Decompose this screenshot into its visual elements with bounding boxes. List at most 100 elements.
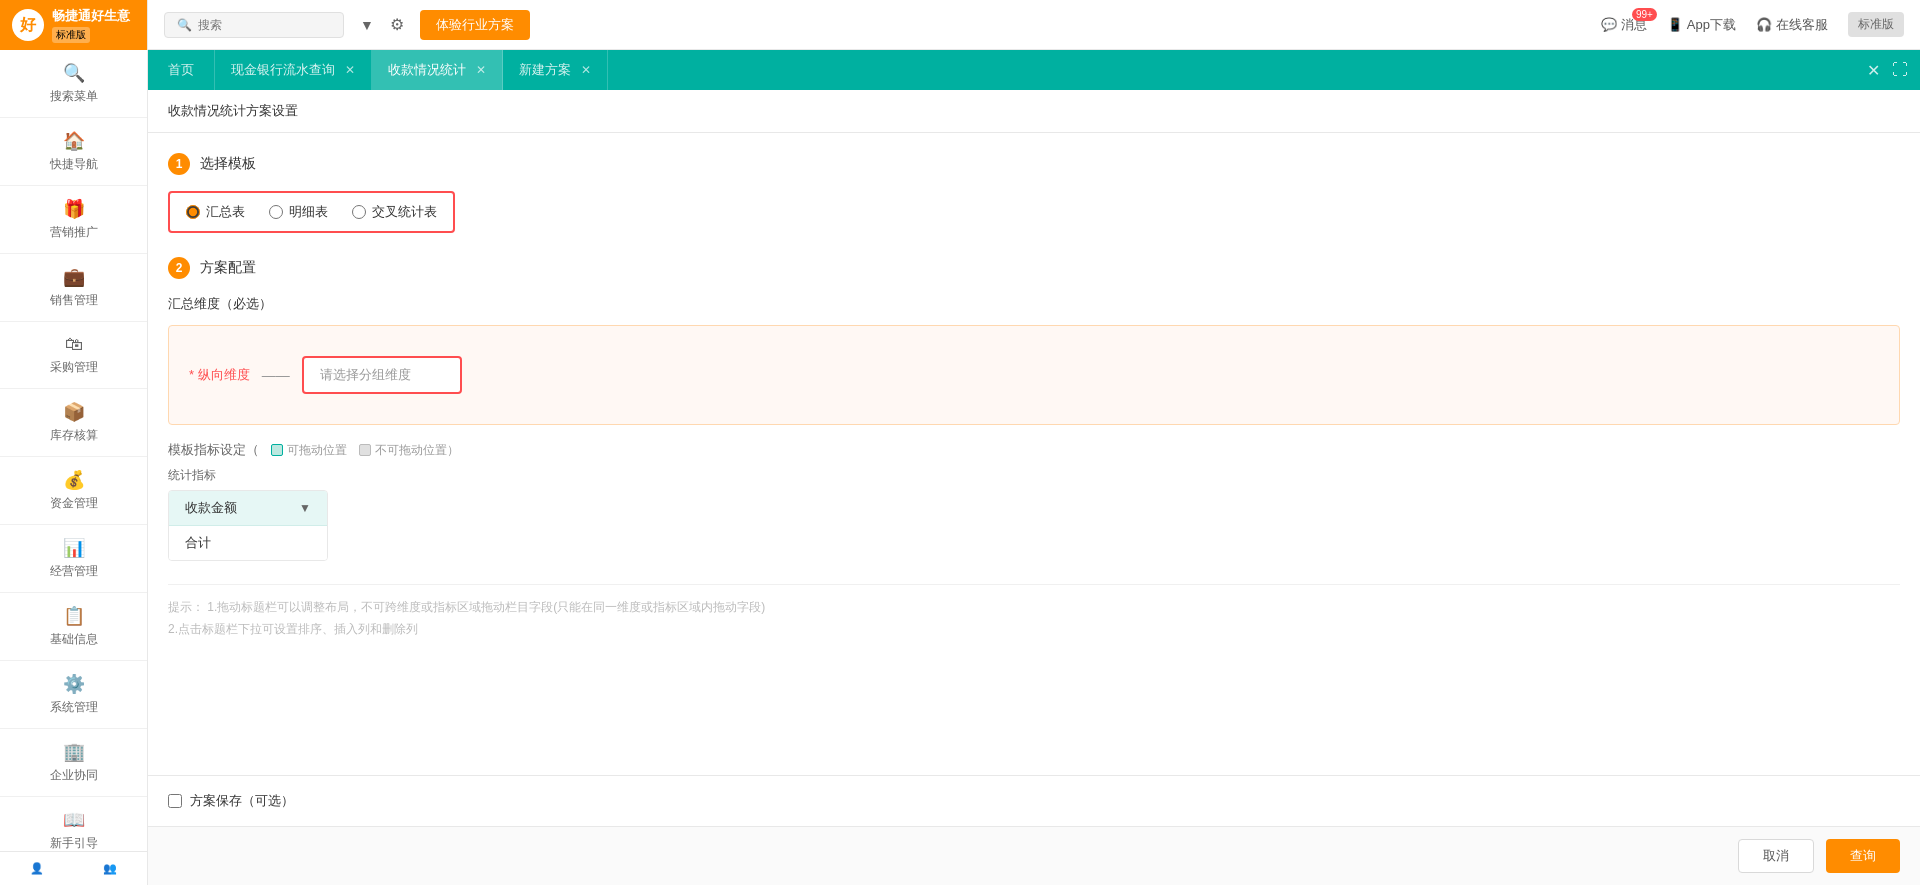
tabbar-right: ✕ ⛶	[1867, 61, 1920, 80]
tab-new-plan[interactable]: 新建方案 ✕	[503, 50, 608, 90]
page-title: 收款情况统计方案设置	[168, 103, 298, 118]
legend-draggable-dot	[271, 444, 283, 456]
marketing-icon: 🎁	[63, 198, 85, 220]
service-icon: 🎧	[1756, 17, 1772, 32]
sidebar-item-sales[interactable]: 💼 销售管理	[0, 254, 147, 322]
app-download-item[interactable]: 📱 App下载	[1667, 16, 1736, 34]
sidebar-item-search-menu[interactable]: 🔍 搜索菜单	[0, 50, 147, 118]
sidebar-item-enterprise[interactable]: 🏢 企业协同	[0, 729, 147, 797]
tab-bank-flow[interactable]: 现金银行流水查询 ✕	[215, 50, 372, 90]
tab-home[interactable]: 首页	[148, 50, 215, 90]
option-summary[interactable]: 汇总表	[186, 203, 245, 221]
sidebar-menu: 🔍 搜索菜单 🏠 快捷导航 🎁 营销推广 💼 销售管理 🛍 采购管理 📦 库存核…	[0, 50, 147, 851]
column-dropdown-icon[interactable]: ▼	[299, 501, 311, 515]
app-icon: 📱	[1667, 17, 1683, 32]
sidebar-item-basic-info[interactable]: 📋 基础信息	[0, 593, 147, 661]
tab-new-plan-close[interactable]: ✕	[581, 63, 591, 77]
purchase-icon: 🛍	[65, 334, 83, 355]
tabbar: 首页 现金银行流水查询 ✕ 收款情况统计 ✕ 新建方案 ✕ ✕ ⛶	[148, 50, 1920, 90]
sidebar-item-finance[interactable]: 💰 资金管理	[0, 457, 147, 525]
metrics-table-row-total: 合计	[169, 526, 327, 560]
tip-text-2: 2.点击标题栏下拉可设置排序、插入列和删除列	[168, 619, 1900, 641]
metrics-section: 模板指标设定（ 可拖动位置 不可拖动位置）	[168, 441, 1900, 564]
tips-section: 提示： 1.拖动标题栏可以调整布局，不可跨维度或指标区域拖动栏目字段(只能在同一…	[168, 584, 1900, 652]
quick-nav-icon: 🏠	[63, 130, 85, 152]
sidebar-item-purchase[interactable]: 🛍 采购管理	[0, 322, 147, 389]
sidebar-avatar1[interactable]: 👤	[30, 862, 44, 875]
basic-info-icon: 📋	[63, 605, 85, 627]
legend-draggable: 可拖动位置	[271, 442, 347, 459]
metrics-table: 收款金额 ▼ 合计	[168, 490, 328, 561]
tabbar-expand-icon[interactable]: ⛶	[1892, 61, 1908, 79]
dimension-area: * 纵向维度 —— 请选择分组维度	[168, 325, 1900, 425]
metrics-legend: 可拖动位置 不可拖动位置）	[271, 442, 459, 459]
user-info[interactable]: 标准版	[1848, 12, 1904, 37]
save-section: 方案保存（可选）	[148, 775, 1920, 826]
logo-text: 畅捷通好生意 标准版	[52, 7, 130, 43]
legend-fixed: 不可拖动位置）	[359, 442, 459, 459]
search-menu-icon: 🔍	[63, 62, 85, 84]
dimension-row-vertical: * 纵向维度 —— 请选择分组维度	[189, 356, 462, 394]
section2-title: 2 方案配置	[168, 257, 1900, 279]
main-area: 🔍 ▼ ⚙ 体验行业方案 💬 消息 99+ 📱 App下载 🎧 在线客服 标准版	[148, 0, 1920, 885]
search-input[interactable]	[198, 18, 328, 32]
avatar1-icon: 👤	[30, 862, 44, 875]
radio-summary[interactable]	[186, 205, 200, 219]
query-button[interactable]: 查询	[1826, 839, 1900, 873]
radio-cross[interactable]	[352, 205, 366, 219]
tab-collect-stat-close[interactable]: ✕	[476, 63, 486, 77]
tab-collect-stat[interactable]: 收款情况统计 ✕	[372, 50, 503, 90]
sidebar-item-operations[interactable]: 📊 经营管理	[0, 525, 147, 593]
sidebar-logo: 好 畅捷通好生意 标准版	[0, 0, 147, 50]
topbar-right: 💬 消息 99+ 📱 App下载 🎧 在线客服 标准版	[1601, 12, 1904, 37]
dimension-label: 汇总维度（必选）	[168, 295, 1900, 313]
metrics-table-header[interactable]: 收款金额 ▼	[169, 491, 327, 526]
sidebar: 好 畅捷通好生意 标准版 🔍 搜索菜单 🏠 快捷导航 🎁 营销推广 💼 销售管理…	[0, 0, 148, 885]
metrics-title: 模板指标设定（ 可拖动位置 不可拖动位置）	[168, 441, 1900, 459]
topbar-gear-icon[interactable]: ⚙	[390, 15, 404, 34]
cancel-button[interactable]: 取消	[1738, 839, 1814, 873]
search-icon: 🔍	[177, 18, 192, 32]
footer: 取消 查询	[148, 826, 1920, 885]
guide-icon: 📖	[63, 809, 85, 831]
sidebar-bottom: 👤 👥	[0, 851, 147, 885]
dimension-select[interactable]: 请选择分组维度	[302, 356, 462, 394]
topbar: 🔍 ▼ ⚙ 体验行业方案 💬 消息 99+ 📱 App下载 🎧 在线客服 标准版	[148, 0, 1920, 50]
sidebar-item-system[interactable]: ⚙️ 系统管理	[0, 661, 147, 729]
online-service-item[interactable]: 🎧 在线客服	[1756, 16, 1828, 34]
section1-title: 1 选择模板	[168, 153, 1900, 175]
search-box: 🔍	[164, 12, 344, 38]
system-icon: ⚙️	[63, 673, 85, 695]
finance-icon: 💰	[63, 469, 85, 491]
save-label: 方案保存（可选）	[190, 792, 294, 810]
sidebar-item-inventory[interactable]: 📦 库存核算	[0, 389, 147, 457]
section-template: 1 选择模板 汇总表 明细表 交叉统计表	[168, 153, 1900, 233]
stat-label-text: 统计指标	[168, 467, 1900, 484]
sidebar-item-marketing[interactable]: 🎁 营销推广	[0, 186, 147, 254]
section-config: 2 方案配置 汇总维度（必选） * 纵向维度 —— 请选择分组维度	[168, 257, 1900, 652]
radio-detail[interactable]	[269, 205, 283, 219]
sidebar-item-quick-nav[interactable]: 🏠 快捷导航	[0, 118, 147, 186]
content-area: 收款情况统计方案设置 1 选择模板 汇总表 明细表	[148, 90, 1920, 885]
message-icon: 💬	[1601, 17, 1617, 32]
legend-fixed-dot	[359, 444, 371, 456]
industry-btn[interactable]: 体验行业方案	[420, 10, 530, 40]
inventory-icon: 📦	[63, 401, 85, 423]
option-cross[interactable]: 交叉统计表	[352, 203, 437, 221]
template-options: 汇总表 明细表 交叉统计表	[168, 191, 455, 233]
operations-icon: 📊	[63, 537, 85, 559]
option-detail[interactable]: 明细表	[269, 203, 328, 221]
content-body: 1 选择模板 汇总表 明细表 交叉统计表	[148, 133, 1920, 775]
sidebar-item-guide[interactable]: 📖 新手引导	[0, 797, 147, 851]
content-header: 收款情况统计方案设置	[148, 90, 1920, 133]
messages-item[interactable]: 💬 消息 99+	[1601, 16, 1647, 34]
enterprise-icon: 🏢	[63, 741, 85, 763]
sidebar-avatar2[interactable]: 👥	[103, 862, 117, 875]
logo-icon: 好	[12, 9, 44, 41]
sales-icon: 💼	[63, 266, 85, 288]
tabbar-close-icon[interactable]: ✕	[1867, 61, 1880, 80]
tip-text-1: 提示： 1.拖动标题栏可以调整布局，不可跨维度或指标区域拖动栏目字段(只能在同一…	[168, 597, 1900, 619]
tab-bank-flow-close[interactable]: ✕	[345, 63, 355, 77]
save-checkbox[interactable]	[168, 794, 182, 808]
topbar-dropdown-icon[interactable]: ▼	[360, 17, 374, 33]
